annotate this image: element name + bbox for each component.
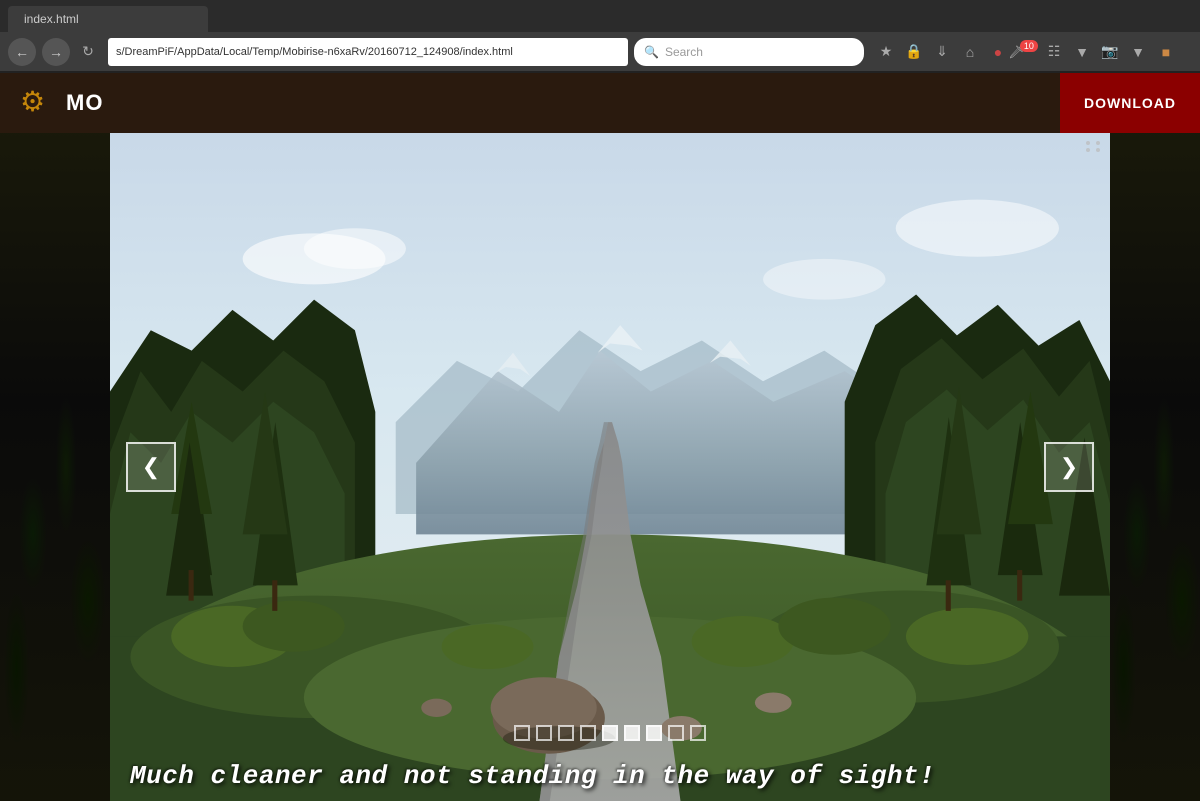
reload-button[interactable]: ↻: [76, 40, 100, 64]
extension-badge: 10: [1020, 40, 1038, 52]
extra-icon-2[interactable]: ▼: [1126, 40, 1150, 64]
slider-container: ❮ ❯ Much cleaner and not standing in: [110, 133, 1110, 801]
forward-button[interactable]: →: [42, 38, 70, 66]
extra-icon-1[interactable]: 📷: [1098, 40, 1122, 64]
search-bar[interactable]: 🔍 Search: [634, 38, 864, 66]
prev-arrow-icon: ❮: [142, 454, 160, 480]
back-button[interactable]: ←: [8, 38, 36, 66]
extra-icon-3[interactable]: ■: [1154, 40, 1178, 64]
menu-icon[interactable]: ▼: [1070, 40, 1094, 64]
extensions-icon[interactable]: 🗡 10: [1014, 40, 1038, 64]
browser-chrome: index.html ← → ↻ s/DreamPiF/AppData/Loca…: [0, 0, 1200, 73]
content-area: ❮ ❯ Much cleaner and not standing in: [0, 133, 1200, 801]
slider-dots: [514, 725, 706, 741]
browser-toolbar: ← → ↻ s/DreamPiF/AppData/Local/Temp/Mobi…: [0, 32, 1200, 72]
search-placeholder: Search: [665, 45, 703, 59]
resize-handle[interactable]: [1084, 139, 1104, 159]
app-logo: ⚙ MO: [20, 85, 103, 121]
search-icon: 🔍: [644, 45, 659, 59]
slide-dot-8[interactable]: [668, 725, 684, 741]
slide-dot-1[interactable]: [514, 725, 530, 741]
apps-icon[interactable]: ☷: [1042, 40, 1066, 64]
vpn-icon[interactable]: ●: [986, 40, 1010, 64]
browser-viewport: ⚙ MO DOWNLOAD: [0, 73, 1200, 801]
bookmark-star-icon[interactable]: ★: [874, 40, 898, 64]
slider-next-button[interactable]: ❯: [1044, 442, 1094, 492]
scene-svg: [110, 133, 1110, 801]
slide-dot-5[interactable]: [602, 725, 618, 741]
slider-image: [110, 133, 1110, 801]
gear-icon: ⚙: [20, 85, 56, 121]
forest-trees-left: [0, 133, 110, 801]
slide-dot-6[interactable]: [624, 725, 640, 741]
app-name: MO: [66, 90, 103, 116]
toolbar-icons: ★ 🔒 ⇓ ⌂ ● 🗡 10 ☷ ▼ 📷 ▼ ■: [874, 40, 1178, 64]
lock-icon[interactable]: 🔒: [902, 40, 926, 64]
right-side-panel: [1110, 133, 1200, 801]
app-header: ⚙ MO DOWNLOAD: [0, 73, 1200, 133]
slider-caption: Much cleaner and not standing in the way…: [130, 761, 1090, 791]
slide-dot-3[interactable]: [558, 725, 574, 741]
next-arrow-icon: ❯: [1060, 454, 1078, 480]
browser-tab[interactable]: index.html: [8, 6, 208, 32]
caption-text: Much cleaner and not standing in the way…: [130, 761, 935, 791]
slide-dot-4[interactable]: [580, 725, 596, 741]
forest-trees-right: [1110, 133, 1200, 801]
left-side-panel: [0, 133, 110, 801]
slide-dot-9[interactable]: [690, 725, 706, 741]
slide-dot-7[interactable]: [646, 725, 662, 741]
download-icon[interactable]: ⇓: [930, 40, 954, 64]
download-button[interactable]: DOWNLOAD: [1060, 73, 1200, 133]
download-label: DOWNLOAD: [1084, 95, 1176, 111]
slide-dot-2[interactable]: [536, 725, 552, 741]
tab-label: index.html: [24, 12, 79, 26]
url-text: s/DreamPiF/AppData/Local/Temp/Mobirise-n…: [116, 46, 513, 58]
tab-bar: index.html: [0, 0, 1200, 32]
slider-prev-button[interactable]: ❮: [126, 442, 176, 492]
home-icon[interactable]: ⌂: [958, 40, 982, 64]
address-bar[interactable]: s/DreamPiF/AppData/Local/Temp/Mobirise-n…: [108, 38, 628, 66]
